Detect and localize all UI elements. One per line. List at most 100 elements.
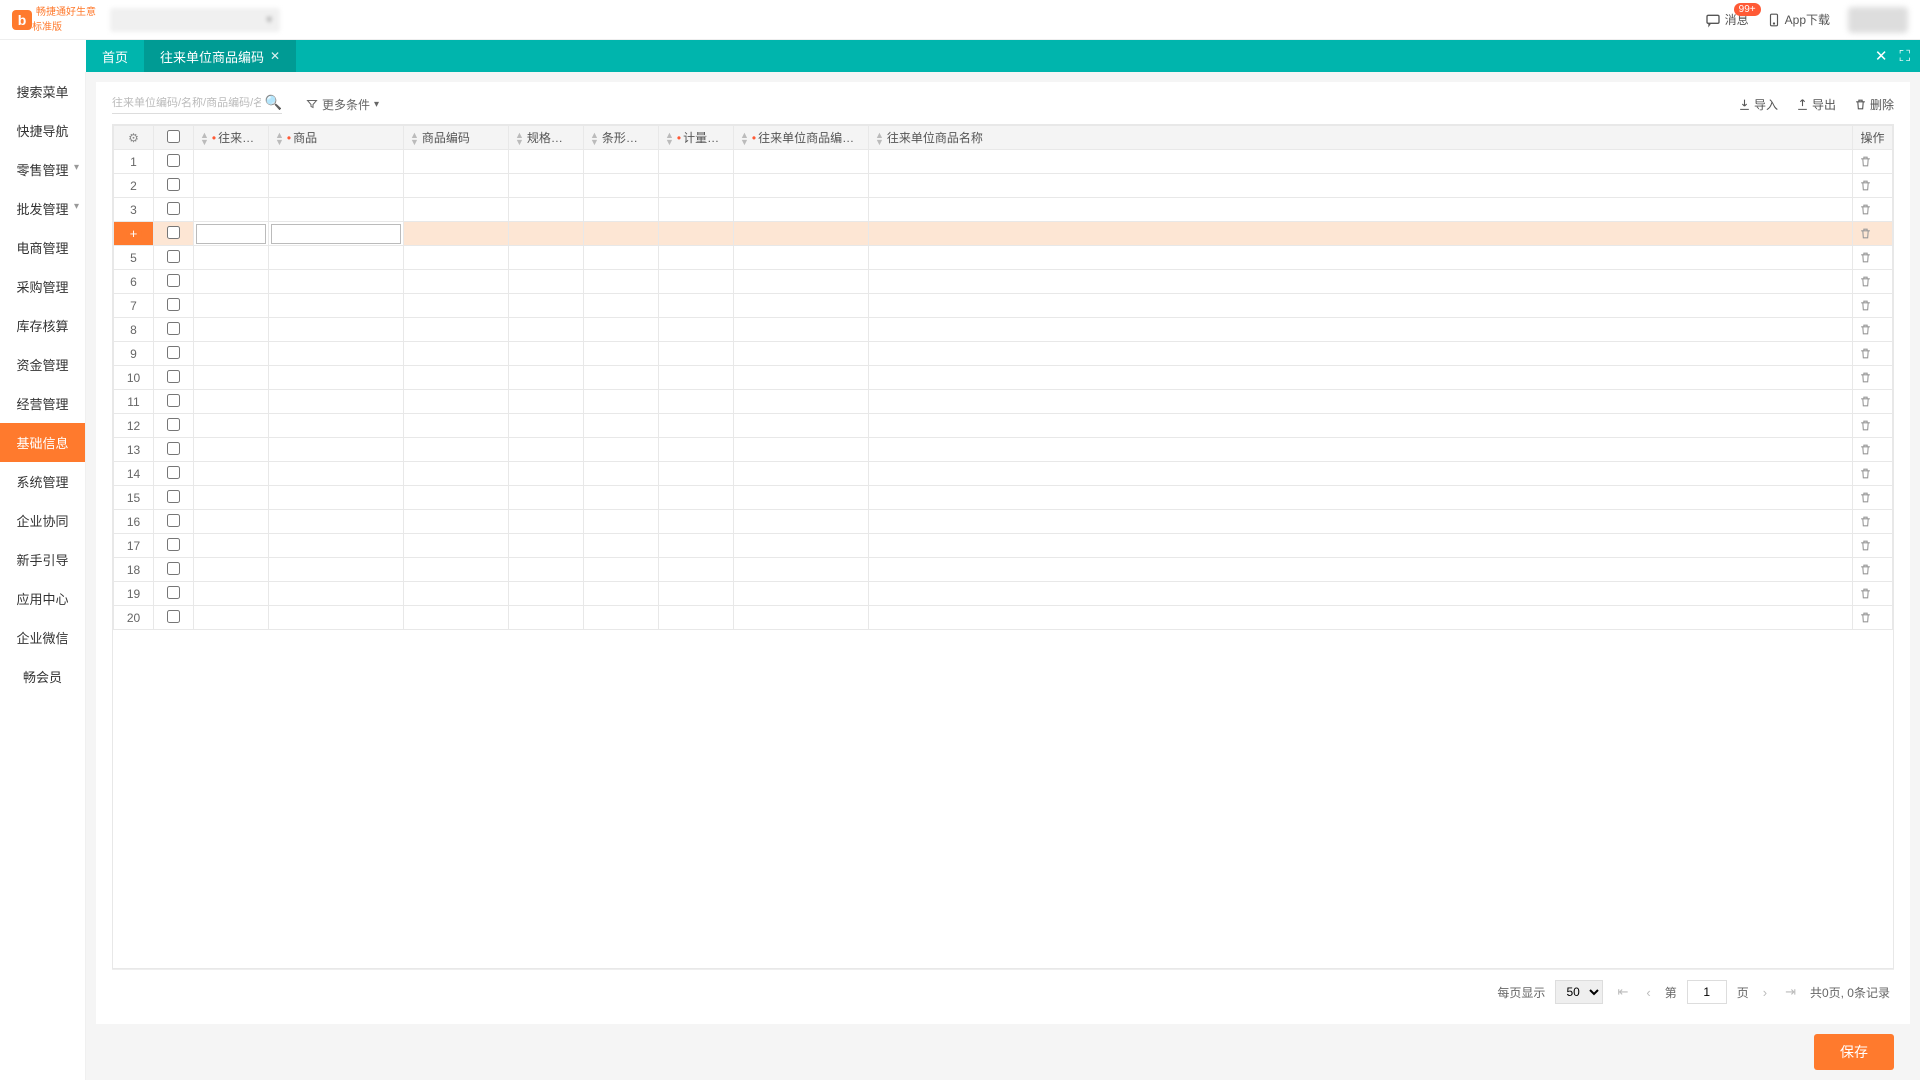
data-cell[interactable] [659, 198, 734, 222]
data-cell[interactable] [734, 462, 869, 486]
row-checkbox[interactable] [167, 178, 180, 191]
data-cell[interactable] [659, 486, 734, 510]
row-checkbox[interactable] [167, 154, 180, 167]
col-header-product-code[interactable]: ▲▼商品编码 [404, 126, 509, 150]
data-cell[interactable] [269, 342, 404, 366]
data-cell[interactable] [404, 510, 509, 534]
table-row[interactable]: 10 [114, 366, 1893, 390]
data-cell[interactable] [404, 462, 509, 486]
table-row[interactable]: 2 [114, 174, 1893, 198]
page-next-button[interactable]: › [1759, 985, 1771, 1000]
data-cell[interactable] [509, 582, 584, 606]
data-cell[interactable] [509, 198, 584, 222]
page-prev-button[interactable]: ‹ [1642, 985, 1654, 1000]
data-cell[interactable] [194, 222, 269, 246]
row-delete-button[interactable] [1853, 582, 1893, 606]
data-cell[interactable] [194, 462, 269, 486]
sidebar-item-8[interactable]: 经营管理 [0, 384, 85, 423]
sidebar-item-13[interactable]: 应用中心 [0, 579, 85, 618]
data-cell[interactable] [584, 342, 659, 366]
data-cell[interactable] [734, 510, 869, 534]
data-cell[interactable] [509, 294, 584, 318]
data-cell[interactable] [584, 222, 659, 246]
sidebar-item-9[interactable]: 基础信息 [0, 423, 85, 462]
row-checkbox[interactable] [167, 562, 180, 575]
import-button[interactable]: 导入 [1738, 96, 1778, 113]
data-cell[interactable] [734, 366, 869, 390]
row-delete-button[interactable] [1853, 198, 1893, 222]
save-button[interactable]: 保存 [1814, 1034, 1894, 1070]
row-delete-button[interactable] [1853, 270, 1893, 294]
table-row[interactable]: 6 [114, 270, 1893, 294]
data-cell[interactable] [509, 534, 584, 558]
row-checkbox[interactable] [167, 418, 180, 431]
table-row[interactable]: 19 [114, 582, 1893, 606]
per-page-select[interactable]: 50 [1555, 980, 1603, 1004]
data-cell[interactable] [194, 414, 269, 438]
data-cell[interactable] [869, 486, 1853, 510]
table-row[interactable]: 11 [114, 390, 1893, 414]
data-cell[interactable] [404, 606, 509, 630]
data-cell[interactable] [659, 414, 734, 438]
row-delete-button[interactable] [1853, 318, 1893, 342]
data-cell[interactable] [509, 222, 584, 246]
table-row[interactable]: 7 [114, 294, 1893, 318]
data-cell[interactable] [869, 318, 1853, 342]
sidebar-item-1[interactable]: 快捷导航 [0, 111, 85, 150]
page-input[interactable] [1687, 980, 1727, 1004]
row-delete-button[interactable] [1853, 174, 1893, 198]
data-cell[interactable] [269, 294, 404, 318]
close-all-icon[interactable]: ✕ [1875, 47, 1888, 65]
data-cell[interactable] [509, 318, 584, 342]
row-checkbox[interactable] [167, 586, 180, 599]
data-cell[interactable] [509, 510, 584, 534]
col-header-product[interactable]: ▲▼•商品 [269, 126, 404, 150]
data-cell[interactable] [584, 582, 659, 606]
data-cell[interactable] [869, 414, 1853, 438]
data-cell[interactable] [194, 342, 269, 366]
data-cell[interactable] [269, 150, 404, 174]
data-cell[interactable] [734, 150, 869, 174]
data-cell[interactable] [584, 606, 659, 630]
col-header-barcode[interactable]: ▲▼条形… [584, 126, 659, 150]
data-cell[interactable] [734, 582, 869, 606]
data-cell[interactable] [734, 270, 869, 294]
data-cell[interactable] [584, 246, 659, 270]
messages-button[interactable]: 消息 99+ [1705, 11, 1749, 28]
col-header-spec[interactable]: ▲▼规格… [509, 126, 584, 150]
data-cell[interactable] [659, 222, 734, 246]
row-delete-button[interactable] [1853, 150, 1893, 174]
row-delete-button[interactable] [1853, 510, 1893, 534]
data-cell[interactable] [404, 414, 509, 438]
data-cell[interactable] [404, 342, 509, 366]
data-cell[interactable] [734, 174, 869, 198]
row-delete-button[interactable] [1853, 390, 1893, 414]
data-cell[interactable] [734, 534, 869, 558]
data-cell[interactable] [194, 558, 269, 582]
data-cell[interactable] [869, 174, 1853, 198]
data-cell[interactable] [659, 510, 734, 534]
data-cell[interactable] [509, 462, 584, 486]
col-header-partner-code[interactable]: ▲▼•往来单位商品编… [734, 126, 869, 150]
user-avatar[interactable] [1848, 7, 1908, 33]
row-checkbox[interactable] [167, 442, 180, 455]
data-cell[interactable] [269, 486, 404, 510]
sidebar-item-10[interactable]: 系统管理 [0, 462, 85, 501]
data-cell[interactable] [194, 510, 269, 534]
export-button[interactable]: 导出 [1796, 96, 1836, 113]
data-cell[interactable] [659, 294, 734, 318]
table-row[interactable]: 17 [114, 534, 1893, 558]
sidebar-item-15[interactable]: 畅会员 [0, 657, 85, 696]
data-cell[interactable] [269, 462, 404, 486]
data-cell[interactable] [269, 198, 404, 222]
row-delete-button[interactable] [1853, 486, 1893, 510]
row-checkbox[interactable] [167, 370, 180, 383]
data-cell[interactable] [269, 438, 404, 462]
data-cell[interactable] [734, 606, 869, 630]
data-cell[interactable] [509, 438, 584, 462]
data-cell[interactable] [869, 534, 1853, 558]
data-cell[interactable] [659, 342, 734, 366]
data-cell[interactable] [584, 510, 659, 534]
data-cell[interactable] [659, 366, 734, 390]
data-cell[interactable] [869, 582, 1853, 606]
